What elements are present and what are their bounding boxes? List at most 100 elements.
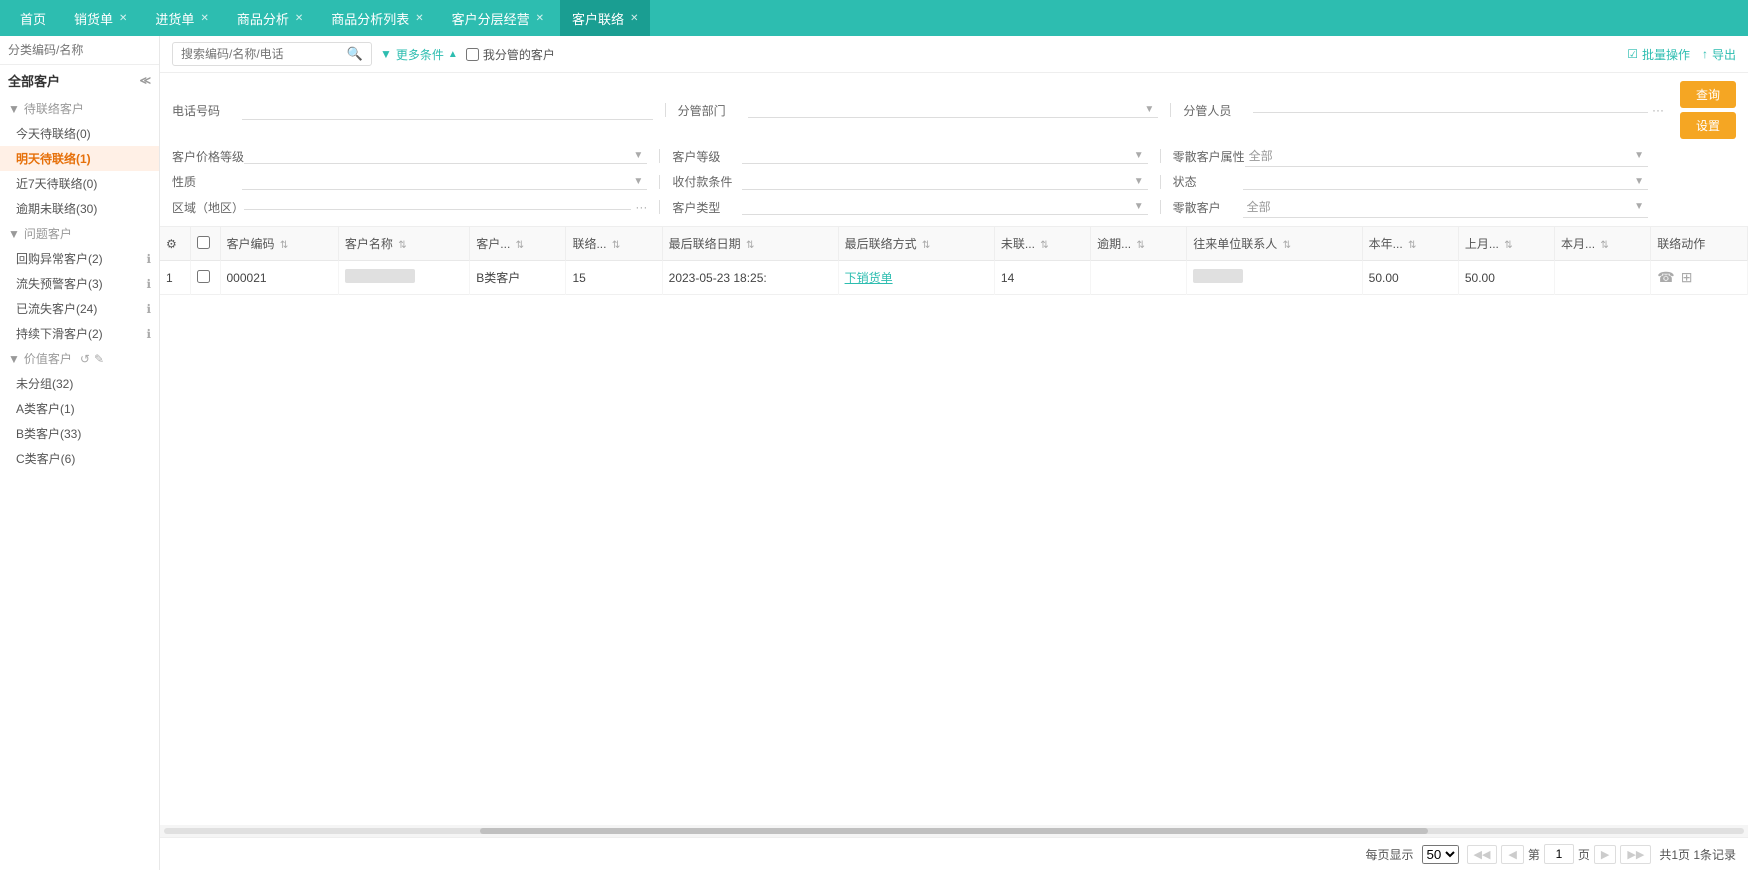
- my-customers-checkbox[interactable]: [466, 48, 479, 61]
- close-sales-order-icon[interactable]: ✕: [119, 13, 127, 24]
- sidebar-item-overdue-contact[interactable]: 逾期未联络(30): [0, 196, 159, 221]
- scrollbar-track[interactable]: [164, 828, 1744, 834]
- sort-contact-icon[interactable]: ⇅: [612, 240, 620, 251]
- sort-type-icon[interactable]: ⇅: [516, 240, 524, 251]
- cell-this-month: [1555, 261, 1651, 295]
- filter-customer-level: 客户等级 ▼: [672, 148, 1147, 165]
- filter-payment: 收付款条件 ▼: [672, 173, 1147, 190]
- sidebar-item-churn-warning[interactable]: 流失预警客户(3) ℹ: [0, 271, 159, 296]
- nav-home[interactable]: 首页: [8, 0, 58, 36]
- filter-customer-type-select[interactable]: ▼: [742, 199, 1147, 215]
- more-action-icon[interactable]: ⊞: [1681, 269, 1693, 286]
- sidebar-item-lost-customers[interactable]: 已流失客户(24) ℹ: [0, 296, 159, 321]
- filter-manager-more-icon[interactable]: ···: [1652, 103, 1664, 117]
- filter-price-level-select[interactable]: ▼: [244, 148, 647, 164]
- edit-icon[interactable]: ✎: [94, 352, 104, 366]
- filter-row-1: 电话号码 分管部门 ▼ 分管人员 ···: [172, 81, 1736, 139]
- sidebar-group-pending-contact: ▼ 待联络客户: [0, 96, 159, 121]
- nav-product-analysis[interactable]: 商品分析 ✕: [225, 0, 315, 36]
- first-page-btn[interactable]: ◀◀: [1467, 845, 1498, 864]
- sidebar-item-today-contact[interactable]: 今天待联络(0): [0, 121, 159, 146]
- filter-dept-select[interactable]: ▼: [748, 102, 1159, 118]
- filter-status-select[interactable]: ▼: [1243, 174, 1648, 190]
- sort-code-icon[interactable]: ⇅: [280, 240, 288, 251]
- sort-date-icon[interactable]: ⇅: [746, 240, 754, 251]
- page-number-input[interactable]: [1544, 844, 1574, 864]
- sidebar-item-class-b[interactable]: B类客户(33): [0, 421, 159, 446]
- nav-sales-order[interactable]: 销货单 ✕: [62, 0, 139, 36]
- sidebar-all-customers[interactable]: 全部客户 ≪: [0, 65, 159, 96]
- col-settings[interactable]: ⚙: [160, 227, 190, 261]
- next-page-btn[interactable]: ▶: [1594, 845, 1616, 864]
- sort-method-icon[interactable]: ⇅: [922, 240, 930, 251]
- col-last-contact-date: 最后联络日期 ⇅: [662, 227, 838, 261]
- sidebar-search-input[interactable]: [8, 43, 160, 57]
- sort-name-icon[interactable]: ⇅: [398, 240, 406, 251]
- sidebar-search-bar[interactable]: 🔍: [0, 36, 159, 65]
- cell-actions: ☎ ⊞: [1651, 261, 1748, 295]
- sort-this-month-icon[interactable]: ⇅: [1600, 240, 1608, 251]
- query-buttons: 查询 设置: [1680, 81, 1736, 139]
- filter-retail-customer-select[interactable]: 全部 ▼: [1243, 196, 1648, 218]
- col-checkbox[interactable]: [190, 227, 220, 261]
- nav-customer-contact[interactable]: 客户联络 ✕: [560, 0, 650, 36]
- sort-year-icon[interactable]: ⇅: [1408, 240, 1416, 251]
- filter-area-more-icon[interactable]: ···: [635, 200, 647, 214]
- cell-checkbox[interactable]: [190, 261, 220, 295]
- triangle-icon: ▼: [8, 102, 20, 116]
- filter-manager-select[interactable]: [1253, 108, 1648, 113]
- info-icon-2: ℹ: [146, 277, 151, 291]
- nav-customer-tiering[interactable]: 客户分层经营 ✕: [440, 0, 556, 36]
- contact-action-icon[interactable]: ☎: [1657, 269, 1674, 286]
- last-page-btn[interactable]: ▶▶: [1620, 845, 1651, 864]
- toolbar-search-input[interactable]: [181, 47, 347, 61]
- sidebar-item-tomorrow-contact[interactable]: 明天待联络(1): [0, 146, 159, 171]
- last-contact-link[interactable]: 下销货单: [845, 271, 893, 285]
- my-customers-checkbox-label[interactable]: 我分管的客户: [466, 46, 555, 63]
- per-page-select[interactable]: 50: [1422, 845, 1459, 864]
- sort-unit-icon[interactable]: ⇅: [1283, 240, 1291, 251]
- nav-purchase-order[interactable]: 进货单 ✕: [143, 0, 220, 36]
- scrollbar-thumb[interactable]: [480, 828, 1428, 834]
- cell-num: 1: [160, 261, 190, 295]
- sort-overdue-icon[interactable]: ⇅: [1136, 240, 1144, 251]
- cell-last-contact-method[interactable]: 下销货单: [838, 261, 994, 295]
- close-purchase-order-icon[interactable]: ✕: [200, 13, 208, 24]
- close-customer-contact-icon[interactable]: ✕: [630, 13, 638, 24]
- toolbar-search-bar[interactable]: 🔍: [172, 42, 372, 66]
- filter-area-select[interactable]: [244, 205, 631, 210]
- table-area: ⚙ 客户编码 ⇅ 客户名称 ⇅: [160, 227, 1748, 825]
- settings-button[interactable]: 设置: [1680, 112, 1736, 139]
- nav-product-analysis-list[interactable]: 商品分析列表 ✕: [319, 0, 435, 36]
- sidebar-item-ungrouped[interactable]: 未分组(32): [0, 371, 159, 396]
- filter-payment-select[interactable]: ▼: [742, 174, 1147, 190]
- sidebar-item-week-contact[interactable]: 近7天待联络(0): [0, 171, 159, 196]
- horizontal-scrollbar[interactable]: [160, 825, 1748, 837]
- sidebar-item-class-c[interactable]: C类客户(6): [0, 446, 159, 471]
- refresh-icon[interactable]: ↺: [80, 352, 90, 366]
- sidebar-item-declining-customers[interactable]: 持续下滑客户(2) ℹ: [0, 321, 159, 346]
- filter-more-btn[interactable]: ▼ 更多条件 ▲: [380, 46, 458, 63]
- settings-icon[interactable]: ⚙: [166, 237, 177, 251]
- sidebar-item-repurchase-abnormal[interactable]: 回购异常客户(2) ℹ: [0, 246, 159, 271]
- export-btn[interactable]: ↑ 导出: [1702, 46, 1736, 63]
- row-checkbox[interactable]: [197, 270, 210, 283]
- filter-phone-input[interactable]: [242, 101, 653, 120]
- query-button[interactable]: 查询: [1680, 81, 1736, 108]
- close-product-analysis-icon[interactable]: ✕: [295, 13, 303, 24]
- cell-last-contact-date: 2023-05-23 18:25:: [662, 261, 838, 295]
- sort-uncontacted-icon[interactable]: ⇅: [1040, 240, 1048, 251]
- prev-page-btn[interactable]: ◀: [1501, 845, 1523, 864]
- info-icon-1: ℹ: [146, 252, 151, 266]
- filter-retail-attr-select[interactable]: 全部 ▼: [1245, 145, 1648, 167]
- filter-customer-level-select[interactable]: ▼: [742, 148, 1147, 164]
- toolbar-search-icon[interactable]: 🔍: [347, 46, 363, 62]
- select-all-checkbox[interactable]: [197, 236, 210, 249]
- col-uncontacted: 未联... ⇅: [994, 227, 1090, 261]
- filter-nature-select[interactable]: ▼: [242, 174, 647, 190]
- batch-op-btn[interactable]: ☑ 批量操作: [1627, 46, 1690, 63]
- sidebar-item-class-a[interactable]: A类客户(1): [0, 396, 159, 421]
- close-customer-tiering-icon[interactable]: ✕: [536, 13, 544, 24]
- close-product-list-icon[interactable]: ✕: [415, 13, 423, 24]
- sort-last-month-icon[interactable]: ⇅: [1504, 240, 1512, 251]
